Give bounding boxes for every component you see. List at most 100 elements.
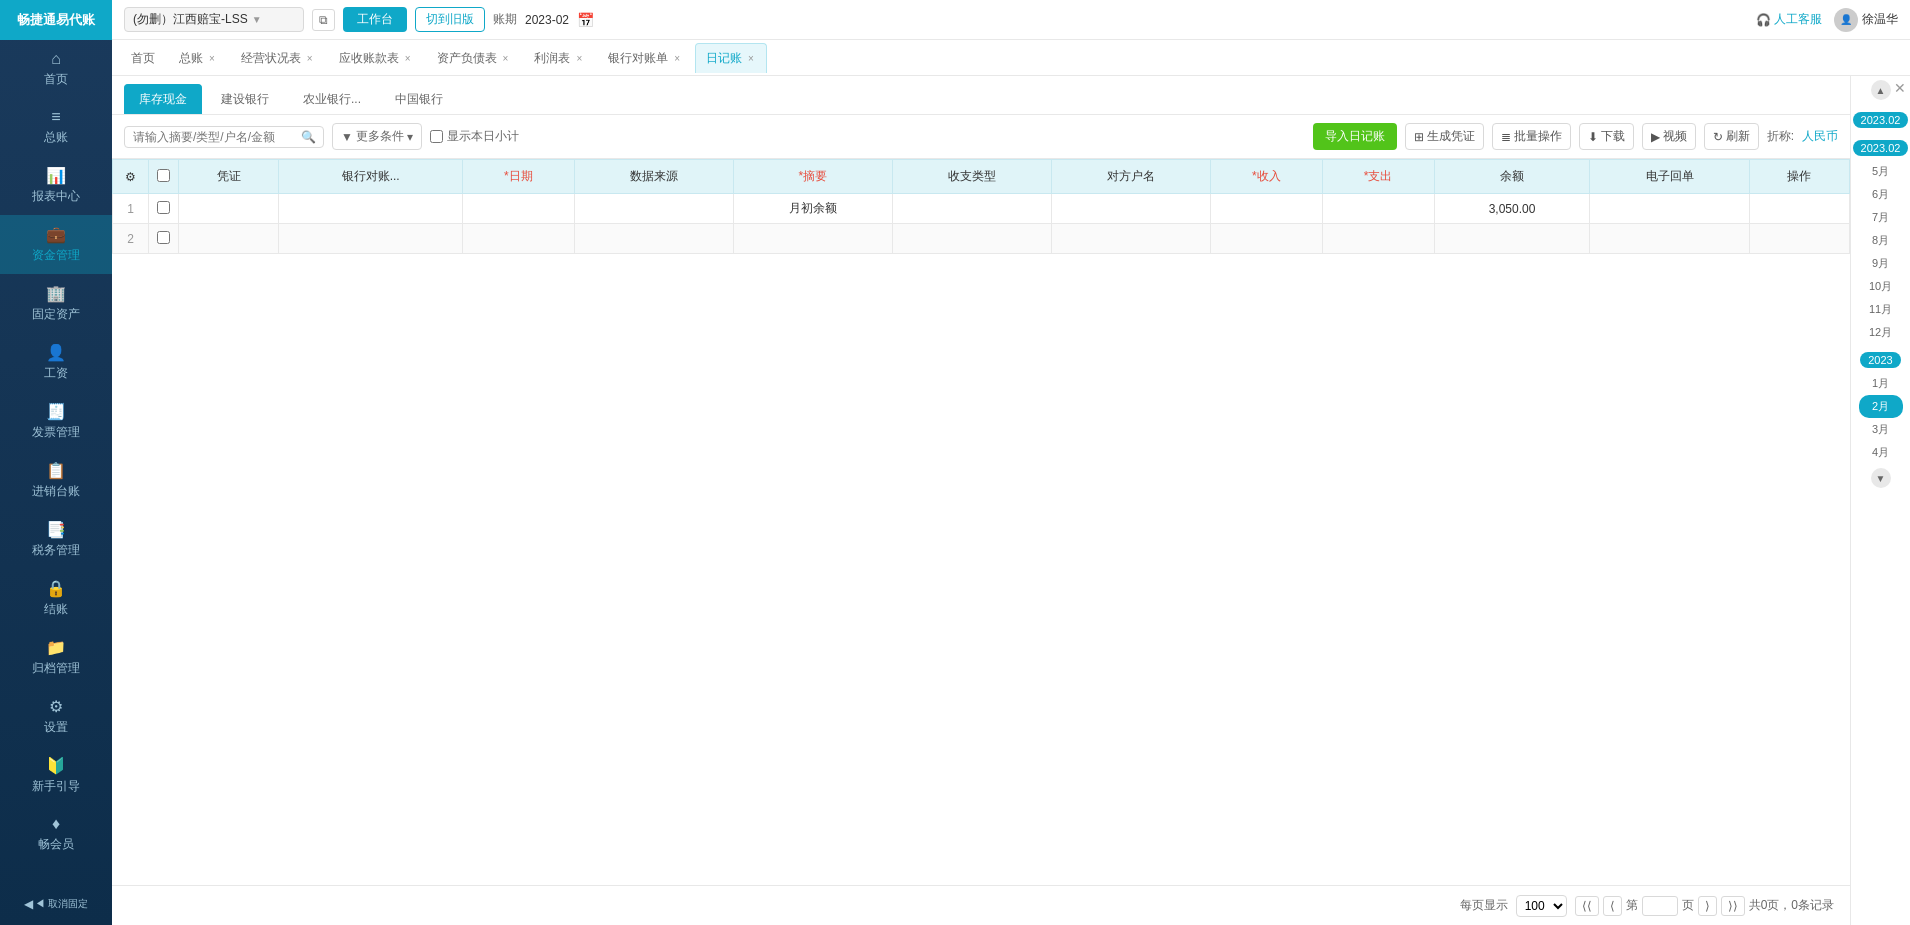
close-panel-button[interactable]: ✕ bbox=[1894, 80, 1906, 96]
row-checkbox-cell bbox=[149, 194, 179, 224]
cell-expense bbox=[1322, 224, 1434, 254]
sidebar-item-assets[interactable]: 🏢 固定资产 bbox=[0, 274, 112, 333]
next-page-button[interactable]: ⟩ bbox=[1698, 896, 1717, 916]
scroll-up-button[interactable]: ▲ bbox=[1871, 80, 1891, 100]
import-button[interactable]: 导入日记账 bbox=[1313, 123, 1397, 150]
video-button[interactable]: ▶ 视频 bbox=[1642, 123, 1696, 150]
month-item-12[interactable]: 12月 bbox=[1859, 321, 1903, 344]
tab-general[interactable]: 总账 × bbox=[168, 43, 228, 73]
sub-tab-china[interactable]: 中国银行 bbox=[380, 84, 458, 114]
sidebar-item-tax[interactable]: 📑 税务管理 bbox=[0, 510, 112, 569]
close-icon[interactable]: × bbox=[574, 52, 584, 65]
sidebar-item-home[interactable]: ⌂ 首页 bbox=[0, 40, 112, 98]
prev-page-button[interactable]: ⟨ bbox=[1603, 896, 1622, 916]
year-badge-current: 2023 bbox=[1860, 352, 1900, 368]
ledger-icon: ≡ bbox=[51, 108, 60, 126]
search-input[interactable] bbox=[124, 126, 324, 148]
tab-journal[interactable]: 日记账 × bbox=[695, 43, 767, 73]
col-bank-match: 银行对账... bbox=[279, 160, 463, 194]
sidebar-item-label: 工资 bbox=[44, 365, 68, 382]
tab-receivable[interactable]: 应收账款表 × bbox=[328, 43, 424, 73]
col-date: *日期 bbox=[462, 160, 574, 194]
sidebar-collapse-btn[interactable]: ◀ ◀ 取消固定 bbox=[18, 891, 94, 917]
filter-dropdown-icon: ▾ bbox=[407, 130, 413, 144]
close-icon[interactable]: × bbox=[672, 52, 682, 65]
download-button[interactable]: ⬇ 下载 bbox=[1579, 123, 1634, 150]
close-icon[interactable]: × bbox=[403, 52, 413, 65]
close-icon[interactable]: × bbox=[746, 52, 756, 65]
sidebar-bottom: ◀ ◀ 取消固定 bbox=[0, 883, 112, 925]
lock-icon: 🔒 bbox=[46, 579, 66, 598]
calendar-icon[interactable]: 📅 bbox=[577, 12, 594, 28]
sidebar-item-closing[interactable]: 🔒 结账 bbox=[0, 569, 112, 628]
close-icon[interactable]: × bbox=[207, 52, 217, 65]
tab-business[interactable]: 经营状况表 × bbox=[230, 43, 326, 73]
page-size-select[interactable]: 100 50 200 bbox=[1516, 895, 1567, 917]
copy-button[interactable]: ⧉ bbox=[312, 9, 335, 31]
month-item-10[interactable]: 10月 bbox=[1859, 275, 1903, 298]
sidebar-item-general[interactable]: ≡ 总账 bbox=[0, 98, 112, 156]
sidebar-item-archive[interactable]: 📁 归档管理 bbox=[0, 628, 112, 687]
month-item-8[interactable]: 8月 bbox=[1859, 229, 1903, 252]
month-item-1[interactable]: 1月 bbox=[1859, 372, 1903, 395]
month-item-2-active[interactable]: 2月 bbox=[1859, 395, 1903, 418]
page-input[interactable]: 1 bbox=[1642, 896, 1678, 916]
month-item-3[interactable]: 3月 bbox=[1859, 418, 1903, 441]
tab-assets[interactable]: 资产负债表 × bbox=[426, 43, 522, 73]
cell-bank-match bbox=[279, 224, 463, 254]
month-item-6[interactable]: 6月 bbox=[1859, 183, 1903, 206]
currency-label: 折称: bbox=[1767, 128, 1794, 145]
col-settings[interactable]: ⚙ bbox=[113, 160, 149, 194]
sub-tab-construction[interactable]: 建设银行 bbox=[206, 84, 284, 114]
company-selector[interactable]: (勿删）江西赔宝-LSS ▼ bbox=[124, 7, 304, 32]
select-all-checkbox[interactable] bbox=[157, 169, 170, 182]
user-info[interactable]: 👤 徐温华 bbox=[1834, 8, 1898, 32]
sidebar-item-settings[interactable]: ⚙ 设置 bbox=[0, 687, 112, 746]
refresh-button[interactable]: ↻ 刷新 bbox=[1704, 123, 1759, 150]
last-page-button[interactable]: ⟩⟩ bbox=[1721, 896, 1745, 916]
sidebar-item-vip[interactable]: ♦ 畅会员 bbox=[0, 805, 112, 863]
download-icon: ⬇ bbox=[1588, 130, 1598, 144]
filter-button[interactable]: ▼ 更多条件 ▾ bbox=[332, 123, 422, 150]
month-item-11[interactable]: 11月 bbox=[1859, 298, 1903, 321]
close-icon[interactable]: × bbox=[501, 52, 511, 65]
search-container: 🔍 bbox=[124, 126, 324, 148]
sidebar-item-reports[interactable]: 📊 报表中心 bbox=[0, 156, 112, 215]
row-checkbox[interactable] bbox=[157, 231, 170, 244]
daily-total-checkbox[interactable] bbox=[430, 130, 443, 143]
sidebar-item-label: 设置 bbox=[44, 719, 68, 736]
month-item-9[interactable]: 9月 bbox=[1859, 252, 1903, 275]
switch-old-button[interactable]: 切到旧版 bbox=[415, 7, 485, 32]
sidebar-item-sales[interactable]: 📋 进销台账 bbox=[0, 451, 112, 510]
workbench-button[interactable]: 工作台 bbox=[343, 7, 407, 32]
tab-bank[interactable]: 银行对账单 × bbox=[597, 43, 693, 73]
month-item-5[interactable]: 5月 bbox=[1859, 160, 1903, 183]
search-icon: 🔍 bbox=[301, 130, 316, 144]
first-page-button[interactable]: ⟨⟨ bbox=[1575, 896, 1599, 916]
folder-icon: 📁 bbox=[46, 638, 66, 657]
tab-home[interactable]: 首页 bbox=[120, 43, 166, 73]
dropdown-arrow-icon: ▼ bbox=[252, 14, 262, 25]
sidebar-item-guide[interactable]: 🔰 新手引导 bbox=[0, 746, 112, 805]
support-link[interactable]: 🎧 人工客服 bbox=[1756, 11, 1822, 28]
col-voucher: 凭证 bbox=[179, 160, 279, 194]
row-checkbox[interactable] bbox=[157, 201, 170, 214]
batch-op-button[interactable]: ≣ 批量操作 bbox=[1492, 123, 1571, 150]
sidebar-item-finance[interactable]: 💼 资金管理 bbox=[0, 215, 112, 274]
col-payment-type: 收支类型 bbox=[892, 160, 1051, 194]
sub-tab-agriculture[interactable]: 农业银行... bbox=[288, 84, 376, 114]
scroll-down-button[interactable]: ▼ bbox=[1871, 468, 1891, 488]
sidebar-item-invoice[interactable]: 🧾 发票管理 bbox=[0, 392, 112, 451]
daily-total-checkbox-label[interactable]: 显示本日小计 bbox=[430, 128, 519, 145]
row-checkbox-cell bbox=[149, 224, 179, 254]
gear-icon: ⚙ bbox=[49, 697, 63, 716]
close-icon[interactable]: × bbox=[305, 52, 315, 65]
sidebar-item-salary[interactable]: 👤 工资 bbox=[0, 333, 112, 392]
month-item-4[interactable]: 4月 bbox=[1859, 441, 1903, 464]
currency-value[interactable]: 人民币 bbox=[1802, 128, 1838, 145]
tab-profit[interactable]: 利润表 × bbox=[523, 43, 595, 73]
month-item-7[interactable]: 7月 bbox=[1859, 206, 1903, 229]
generate-voucher-button[interactable]: ⊞ 生成凭证 bbox=[1405, 123, 1484, 150]
sub-tab-cash[interactable]: 库存现金 bbox=[124, 84, 202, 114]
col-counterpart: 对方户名 bbox=[1051, 160, 1210, 194]
